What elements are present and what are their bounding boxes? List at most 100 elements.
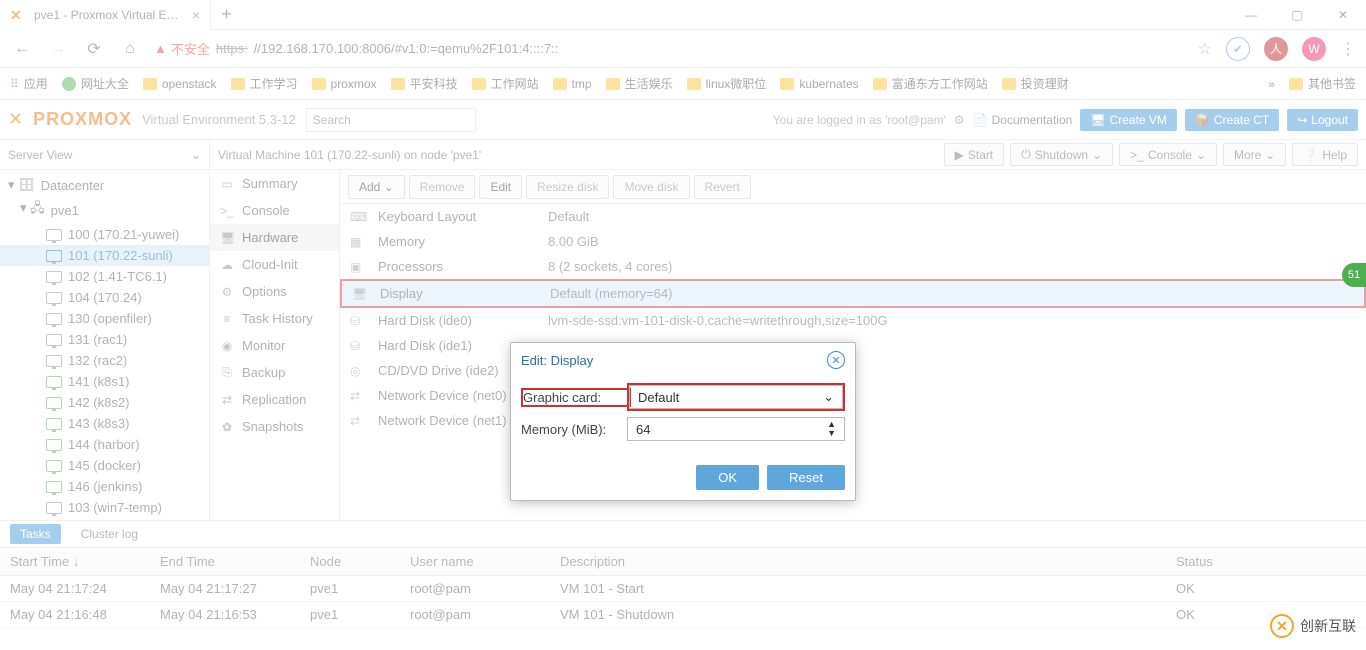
submenu-monitor[interactable]: ◉Monitor <box>210 332 339 359</box>
col-start[interactable]: Start Time ↓ <box>0 548 150 576</box>
window-close-button[interactable]: ✕ <box>1320 0 1366 30</box>
tree-vm[interactable]: 142 (k8s2) <box>0 392 209 413</box>
tree-vm[interactable]: 103 (win7-temp) <box>0 497 209 518</box>
start-button[interactable]: ▶ Start <box>944 143 1005 166</box>
tree-vm[interactable]: 146 (jenkins) <box>0 476 209 497</box>
col-status[interactable]: Status <box>1166 548 1366 576</box>
server-view-header[interactable]: Server View⌄ <box>0 140 209 170</box>
dialog-close-icon[interactable]: ✕ <box>827 351 845 369</box>
chevron-down-icon[interactable]: ⌄ <box>191 148 201 162</box>
bookmark-folder[interactable]: 工作网站 <box>472 75 539 92</box>
submenu-options[interactable]: ⚙Options <box>210 278 339 305</box>
move-disk-button[interactable]: Move disk <box>613 175 689 199</box>
tree-vm-selected[interactable]: 101 (170.22-sunli) <box>0 245 209 266</box>
memory-spinner[interactable]: 64▲▼ <box>627 417 845 441</box>
add-button[interactable]: Add ⌄ <box>348 175 405 199</box>
help-button[interactable]: ❔ Help <box>1292 143 1358 166</box>
bookmark-folder[interactable]: 工作学习 <box>231 75 298 92</box>
bookmark-folder[interactable]: 富通东方工作网站 <box>873 75 988 92</box>
submenu-backup[interactable]: ⎘Backup <box>210 359 339 386</box>
logout-button[interactable]: ↪ Logout <box>1287 109 1358 131</box>
submenu-replication[interactable]: ⇄Replication <box>210 386 339 413</box>
graphic-card-select[interactable]: Default⌄ <box>629 385 843 409</box>
nav-back-button[interactable]: ← <box>10 37 34 61</box>
bookmark-folder[interactable]: proxmox <box>312 77 377 91</box>
tree-vm[interactable]: 132 (rac2) <box>0 350 209 371</box>
create-ct-button[interactable]: 📦 Create CT <box>1185 109 1279 131</box>
task-row[interactable]: May 04 21:16:48May 04 21:16:53pve1root@p… <box>0 602 1366 628</box>
tree-vm[interactable]: 141 (k8s1) <box>0 371 209 392</box>
bookmark-item[interactable]: 网址大全 <box>62 75 129 92</box>
bookmark-folder[interactable]: 生活娱乐 <box>606 75 673 92</box>
extension-icon-1[interactable]: ✔ <box>1226 37 1250 61</box>
bookmark-folder[interactable]: tmp <box>553 77 592 91</box>
edit-button[interactable]: Edit <box>479 175 522 199</box>
tasks-tab[interactable]: Tasks <box>10 524 61 544</box>
console-button[interactable]: >_ Console ⌄ <box>1119 143 1217 166</box>
graphic-card-row: Graphic card: Default⌄ <box>521 383 845 411</box>
bookmark-folder[interactable]: linux微职位 <box>687 75 767 92</box>
reset-button[interactable]: Reset <box>767 465 845 490</box>
tree-datacenter[interactable]: ▾ 🗄 Datacenter <box>0 174 209 196</box>
col-end[interactable]: End Time <box>150 548 300 576</box>
hw-row-display[interactable]: 🖥DisplayDefault (memory=64) <box>340 279 1366 308</box>
bookmark-folder[interactable]: kubernates <box>780 77 858 91</box>
search-input[interactable] <box>306 108 476 132</box>
task-row[interactable]: May 04 21:17:24May 04 21:17:27pve1root@p… <box>0 576 1366 602</box>
tree-vm[interactable]: 131 (rac1) <box>0 329 209 350</box>
window-maximize-button[interactable]: ▢ <box>1274 0 1320 30</box>
more-button[interactable]: More ⌄ <box>1223 143 1286 166</box>
url-protocol: https: <box>216 41 248 56</box>
tree-vm[interactable]: 100 (170.21-yuwei) <box>0 224 209 245</box>
col-user[interactable]: User name <box>400 548 550 576</box>
hw-row-processors[interactable]: ▣Processors8 (2 sockets, 4 cores) <box>340 254 1366 279</box>
tree-vm[interactable]: 130 (openfiler) <box>0 308 209 329</box>
documentation-link[interactable]: 📄 Documentation <box>973 113 1073 127</box>
submenu-hardware[interactable]: 🖥Hardware <box>210 224 339 251</box>
browser-tab[interactable]: ✕ pve1 - Proxmox Virtual Enviro × <box>0 0 211 30</box>
revert-button[interactable]: Revert <box>694 175 751 199</box>
extension-icon-2[interactable]: 人 <box>1264 37 1288 61</box>
submenu-snapshots[interactable]: ✿Snapshots <box>210 413 339 440</box>
notification-badge[interactable]: 51 <box>1342 263 1366 287</box>
submenu-summary[interactable]: ▭Summary <box>210 170 339 197</box>
hw-row-keyboard[interactable]: ⌨Keyboard LayoutDefault <box>340 204 1366 229</box>
apps-button[interactable]: ⠿应用 <box>10 75 48 92</box>
tree-vm[interactable]: 102 (1.41-TC6.1) <box>0 266 209 287</box>
shutdown-button[interactable]: ⏻ Shutdown ⌄ <box>1010 143 1113 166</box>
browser-menu-icon[interactable]: ⋮ <box>1340 39 1356 59</box>
submenu-cloudinit[interactable]: ☁Cloud-Init <box>210 251 339 278</box>
bookmark-folder[interactable]: 投资理财 <box>1002 75 1069 92</box>
tree-node[interactable]: ▾ 🖧 pve1 <box>0 196 209 224</box>
bookmark-folder[interactable]: openstack <box>143 77 217 91</box>
nav-reload-button[interactable]: ⟳ <box>82 37 106 61</box>
ok-button[interactable]: OK <box>696 465 759 490</box>
tree-vm[interactable]: 145 (docker) <box>0 455 209 476</box>
bookmarks-overflow[interactable]: » <box>1268 77 1275 91</box>
resize-disk-button[interactable]: Resize disk <box>526 175 609 199</box>
tab-close-icon[interactable]: × <box>192 7 200 23</box>
nav-home-button[interactable]: ⌂ <box>118 37 142 61</box>
bookmark-star-icon[interactable]: ☆ <box>1198 39 1212 59</box>
hw-row-harddisk-ide0[interactable]: ⛁Hard Disk (ide0)lvm-sde-ssd:vm-101-disk… <box>340 308 1366 333</box>
remove-button[interactable]: Remove <box>409 175 476 199</box>
cluster-log-tab[interactable]: Cluster log <box>81 527 138 541</box>
profile-avatar[interactable]: W <box>1302 37 1326 61</box>
col-node[interactable]: Node <box>300 548 400 576</box>
tree-vm[interactable]: 143 (k8s3) <box>0 413 209 434</box>
col-desc[interactable]: Description <box>550 548 1166 576</box>
hw-row-memory[interactable]: ▦Memory8.00 GiB <box>340 229 1366 254</box>
url-box[interactable]: ▲ 不安全 https://192.168.170.100:8006/#v1:0… <box>154 39 1186 58</box>
tree-vm[interactable]: 104 (170.24) <box>0 287 209 308</box>
tree-vm[interactable]: 144 (harbor) <box>0 434 209 455</box>
window-minimize-button[interactable]: — <box>1228 0 1274 30</box>
submenu-taskhistory[interactable]: ≡Task History <box>210 305 339 332</box>
create-vm-button[interactable]: 🖥 Create VM <box>1080 109 1177 131</box>
bookmark-folder[interactable]: 平安科技 <box>391 75 458 92</box>
menu-toggle-icon[interactable]: ✕ <box>8 109 23 130</box>
gear-icon[interactable]: ⚙ <box>954 113 965 127</box>
other-bookmarks[interactable]: 其他书签 <box>1289 75 1356 92</box>
tasks-table: Start Time ↓ End Time Node User name Des… <box>0 548 1366 628</box>
new-tab-button[interactable]: + <box>211 4 242 25</box>
submenu-console[interactable]: >_Console <box>210 197 339 224</box>
